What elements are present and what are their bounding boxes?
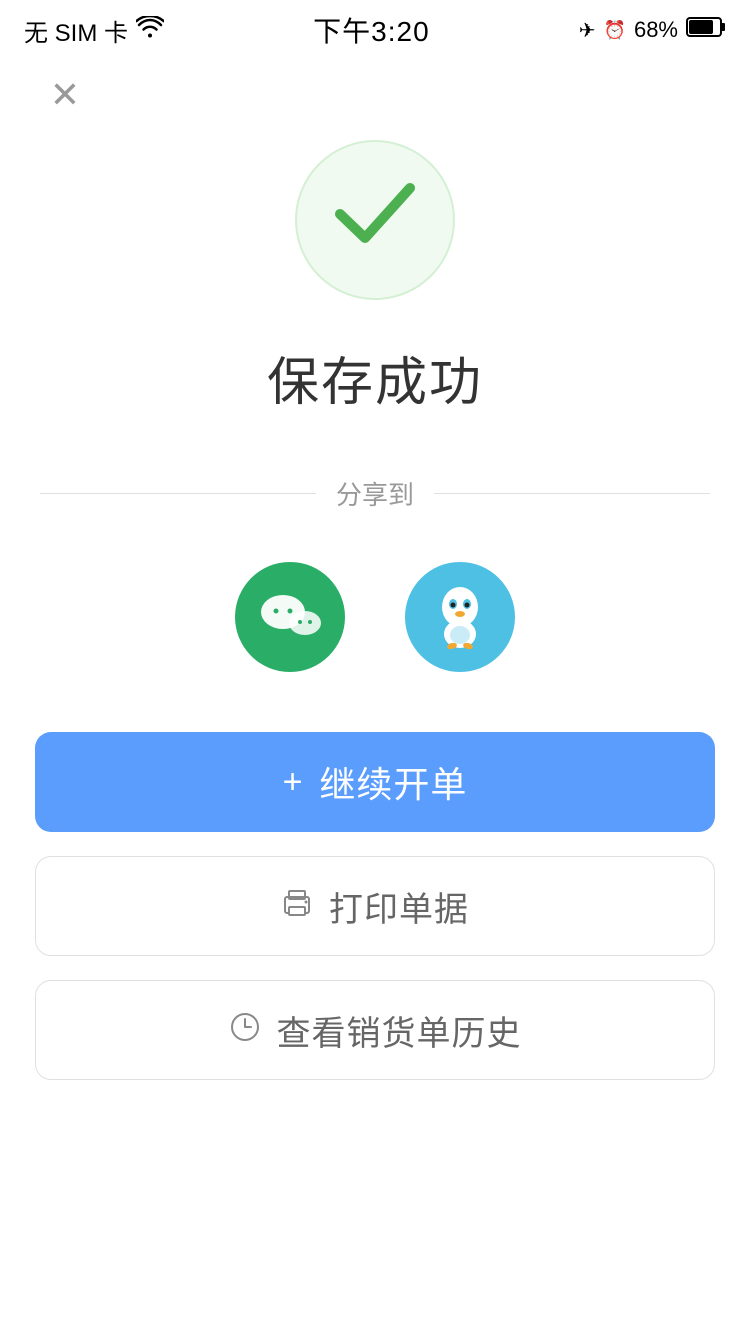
checkmark-icon — [330, 176, 420, 264]
success-circle — [295, 140, 455, 300]
divider-left — [40, 493, 316, 494]
history-label: 查看销货单历史 — [277, 1006, 522, 1055]
print-label: 打印单据 — [329, 882, 469, 931]
continue-order-button[interactable]: + 继续开单 — [35, 732, 715, 832]
wechat-icon — [258, 590, 323, 645]
divider-right — [434, 493, 710, 494]
print-icon — [281, 887, 313, 925]
battery-percent: 68% — [634, 17, 678, 43]
action-buttons: + 继续开单 打印单据 查看销货单历史 — [35, 732, 715, 1080]
qq-share-button[interactable] — [405, 562, 515, 672]
alarm-icon: ⏰ — [604, 20, 626, 41]
wifi-icon — [136, 16, 164, 44]
status-bar: 无 SIM 卡 下午3:20 ✈ ⏰ 68% — [0, 0, 750, 60]
status-right: ✈ ⏰ 68% — [579, 16, 726, 44]
share-label: 分享到 — [336, 475, 414, 512]
success-title: 保存成功 — [267, 340, 483, 415]
close-button[interactable]: ✕ — [40, 70, 90, 120]
qq-icon — [430, 582, 490, 652]
status-time: 下午3:20 — [313, 10, 430, 50]
location-icon: ✈ — [579, 18, 596, 43]
share-section: 分享到 — [0, 475, 750, 672]
plus-icon: + — [283, 765, 304, 799]
history-button[interactable]: 查看销货单历史 — [35, 980, 715, 1080]
main-content: 保存成功 分享到 — [0, 60, 750, 1080]
close-icon: ✕ — [50, 77, 80, 113]
sim-text: 无 SIM 卡 — [24, 13, 128, 48]
battery-icon — [686, 16, 726, 44]
share-divider: 分享到 — [40, 475, 710, 512]
status-left: 无 SIM 卡 — [24, 13, 164, 48]
wechat-share-button[interactable] — [235, 562, 345, 672]
print-button[interactable]: 打印单据 — [35, 856, 715, 956]
share-icons — [40, 562, 710, 672]
continue-order-label: 继续开单 — [319, 756, 467, 808]
history-icon — [229, 1011, 261, 1049]
